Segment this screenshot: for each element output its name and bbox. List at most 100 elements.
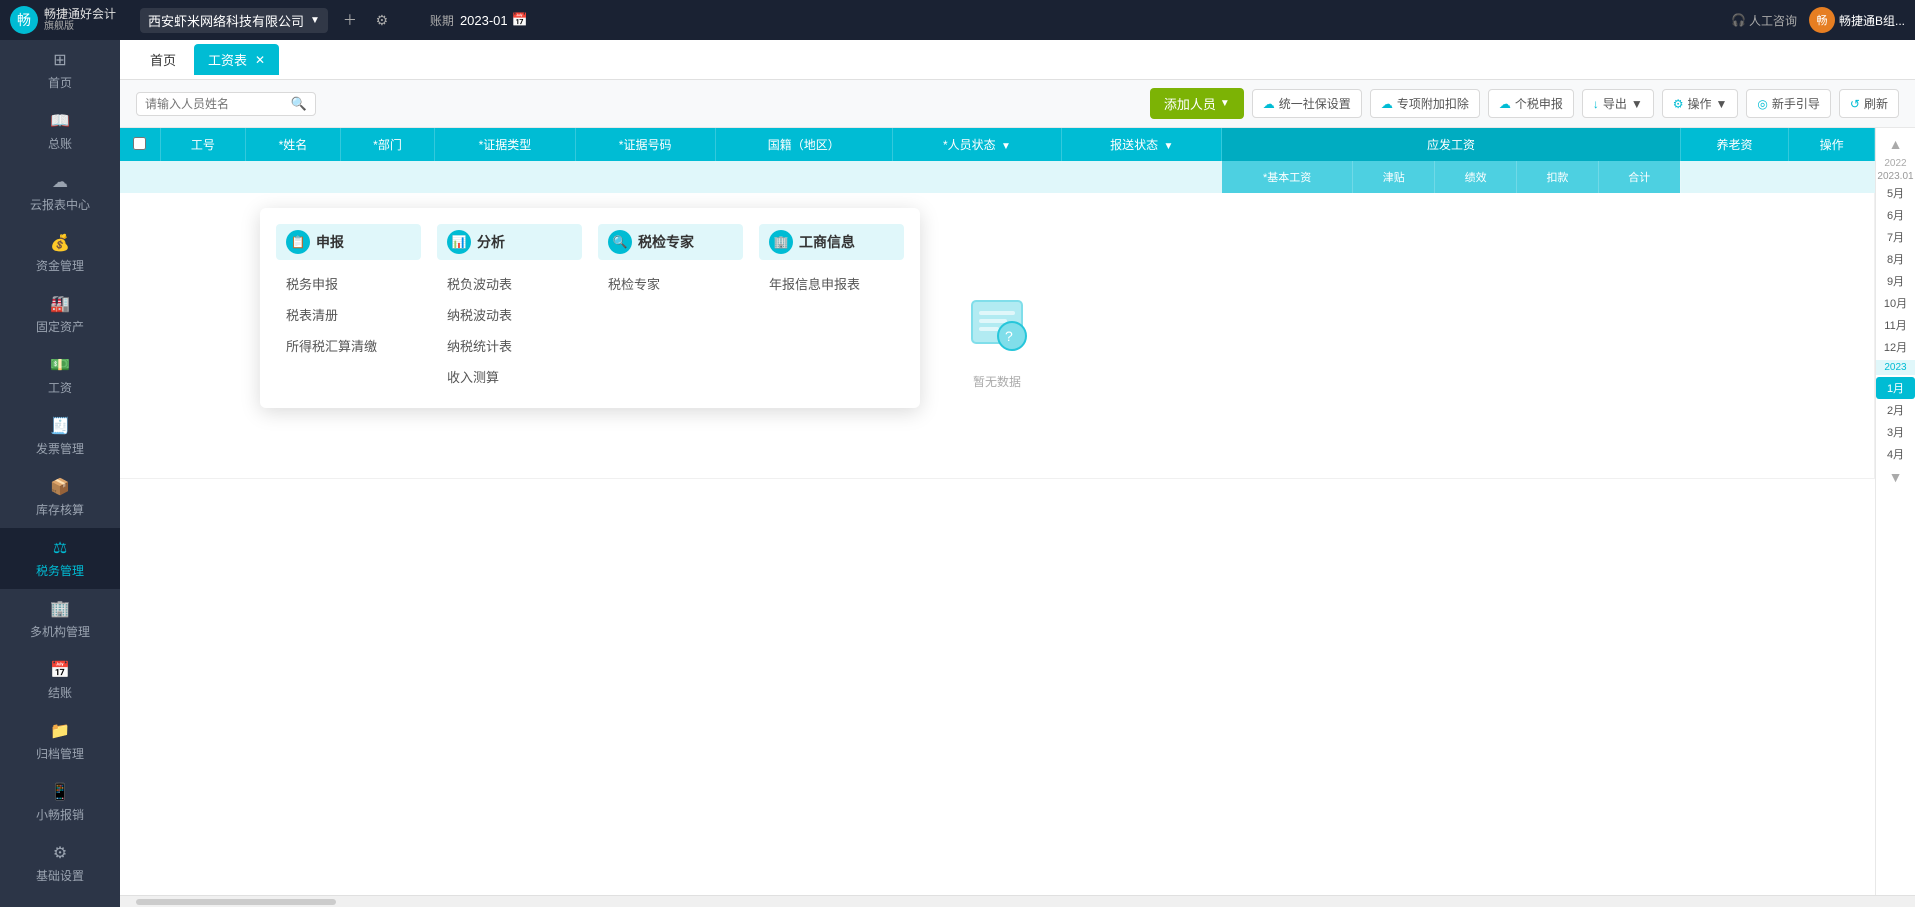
business-info-icon: 🏢 xyxy=(769,230,793,254)
sidebar-item-home[interactable]: ⊞ 首页 xyxy=(0,40,120,101)
timeline-up-arrow[interactable]: ▲ xyxy=(1885,132,1907,156)
sidebar-label-salary: 工资 xyxy=(48,379,72,396)
sidebar-item-archive[interactable]: 📁 归档管理 xyxy=(0,711,120,772)
sidebar-item-basic[interactable]: ⚙ 基础设置 xyxy=(0,833,120,894)
refresh-label: 刷新 xyxy=(1864,95,1888,112)
social-security-button[interactable]: ☁ 统一社保设置 xyxy=(1252,89,1362,118)
menu-section-title-business: 🏢 工商信息 xyxy=(759,224,904,260)
menu-item-income-estimate[interactable]: 收入测算 xyxy=(437,361,582,392)
th-allowance: 津贴 xyxy=(1353,161,1435,193)
sidebar-item-fixed-asset[interactable]: 🏭 固定资产 xyxy=(0,284,120,345)
timeline-month-5[interactable]: 5月 xyxy=(1876,182,1915,204)
sidebar-item-fund[interactable]: 💰 资金管理 xyxy=(0,223,120,284)
sidebar-item-salary[interactable]: 💵 工资 xyxy=(0,345,120,406)
timeline-month-11[interactable]: 11月 xyxy=(1876,314,1915,336)
menu-item-tax-fluctuation[interactable]: 纳税波动表 xyxy=(437,299,582,330)
timeline-month-12[interactable]: 12月 xyxy=(1876,336,1915,358)
timeline-month-3[interactable]: 3月 xyxy=(1876,421,1915,443)
sidebar-item-tax[interactable]: ⚖ 税务管理 xyxy=(0,528,120,589)
year-curr-label: 2023 xyxy=(1876,360,1915,375)
tax-return-button[interactable]: ☁ 个税申报 xyxy=(1488,89,1574,118)
tab-close-icon[interactable]: ✕ xyxy=(255,53,265,67)
calendar-icon[interactable]: 📅 xyxy=(512,12,528,28)
sidebar-item-new-guide[interactable]: ⊕ 新手引导 xyxy=(0,894,120,907)
cloud-icon: ☁ xyxy=(52,172,68,192)
timeline-month-7[interactable]: 7月 xyxy=(1876,226,1915,248)
menu-item-tax-burden[interactable]: 税负波动表 xyxy=(437,268,582,299)
user-badge[interactable]: 畅 畅捷通B组... xyxy=(1809,7,1905,33)
special-deduction-icon: ☁ xyxy=(1381,97,1393,111)
timeline-month-1[interactable]: 1月 xyxy=(1876,377,1915,399)
menu-item-annual-report[interactable]: 年报信息申报表 xyxy=(759,268,904,299)
menu-section-declaration: 📋 申报 税务申报 税表清册 所得税汇算清缴 xyxy=(276,224,421,392)
salary-icon: 💵 xyxy=(50,355,70,375)
add-company-icon[interactable]: ＋ xyxy=(338,8,362,32)
th-insurance: 养老资 xyxy=(1680,128,1789,161)
toolbar: 🔍 添加人员 ▼ ☁ 统一社保设置 ☁ 专项附加扣除 ☁ 个税申报 ↓ 导出 xyxy=(120,80,1915,128)
menu-item-tax-table[interactable]: 税表清册 xyxy=(276,299,421,330)
sidebar-item-cloud-report[interactable]: ☁ 云报表中心 xyxy=(0,162,120,223)
sidebar-item-inventory[interactable]: 📦 库存核算 xyxy=(0,467,120,528)
th-total: 合计 xyxy=(1598,161,1680,193)
invoice-icon: 🧾 xyxy=(50,416,70,436)
sidebar-label-basic: 基础设置 xyxy=(36,867,84,884)
special-deduction-label: 专项附加扣除 xyxy=(1397,95,1469,112)
th-id-type: *证据类型 xyxy=(435,128,575,161)
export-button[interactable]: ↓ 导出 ▼ xyxy=(1582,89,1654,118)
horizontal-scrollbar[interactable] xyxy=(136,899,336,905)
menu-item-income-tax[interactable]: 所得税汇算清缴 xyxy=(276,330,421,361)
timeline-month-8[interactable]: 8月 xyxy=(1876,248,1915,270)
scrollbar-area xyxy=(120,895,1915,907)
select-all-checkbox[interactable] xyxy=(133,137,146,150)
xiao-report-icon: 📱 xyxy=(50,782,70,802)
sidebar-label-multi-org: 多机构管理 xyxy=(30,623,90,640)
sidebar-label-fixed-asset: 固定资产 xyxy=(36,318,84,335)
add-arrow-icon: ▼ xyxy=(1220,98,1230,109)
multi-org-icon: 🏢 xyxy=(50,599,70,619)
year-prev-label: 2022 xyxy=(1882,156,1908,171)
timeline-month-10[interactable]: 10月 xyxy=(1876,292,1915,314)
report-filter-icon[interactable]: ▼ xyxy=(1163,141,1173,152)
chevron-down-icon: ▼ xyxy=(310,15,320,26)
timeline-month-2[interactable]: 2月 xyxy=(1876,399,1915,421)
th-deduction: 扣款 xyxy=(1517,161,1599,193)
menu-section-title-tax-expert: 🔍 税检专家 xyxy=(598,224,743,260)
settings-icon[interactable]: ⚙ xyxy=(370,8,394,32)
sidebar-item-close-period[interactable]: 📅 结账 xyxy=(0,650,120,711)
special-deduction-button[interactable]: ☁ 专项附加扣除 xyxy=(1370,89,1480,118)
checkbox-th[interactable] xyxy=(120,128,160,161)
sidebar-item-ledger[interactable]: 📖 总账 xyxy=(0,101,120,162)
menu-item-tax-expert[interactable]: 税检专家 xyxy=(598,268,743,299)
fixed-asset-icon: 🏭 xyxy=(50,294,70,314)
th-status: *人员状态 ▼ xyxy=(892,128,1061,161)
th-report-status: 报送状态 ▼ xyxy=(1062,128,1222,161)
refresh-button[interactable]: ↺ 刷新 xyxy=(1839,89,1899,118)
sidebar-item-invoice[interactable]: 🧾 发票管理 xyxy=(0,406,120,467)
user-name: 畅捷通B组... xyxy=(1839,12,1905,29)
menu-item-tax-declaration[interactable]: 税务申报 xyxy=(276,268,421,299)
sidebar-item-multi-org[interactable]: 🏢 多机构管理 xyxy=(0,589,120,650)
timeline-month-6[interactable]: 6月 xyxy=(1876,204,1915,226)
operation-button[interactable]: ⚙ 操作 ▼ xyxy=(1662,89,1739,118)
guide-button[interactable]: ◎ 新手引导 xyxy=(1746,89,1831,118)
tabs-bar: 首页 工资表 ✕ xyxy=(120,40,1915,80)
guide-icon: ◎ xyxy=(1757,97,1767,111)
tab-home[interactable]: 首页 xyxy=(136,44,190,75)
operation-arrow-icon: ▼ xyxy=(1716,97,1728,111)
support-button[interactable]: 🎧 人工咨询 xyxy=(1731,12,1797,29)
timeline-month-9[interactable]: 9月 xyxy=(1876,270,1915,292)
th-employee-no: 工号 xyxy=(160,128,246,161)
company-selector[interactable]: 西安虾米网络科技有限公司 ▼ xyxy=(140,8,328,33)
th-action: 操作 xyxy=(1789,128,1875,161)
status-filter-icon[interactable]: ▼ xyxy=(1001,141,1011,152)
timeline-down-arrow[interactable]: ▼ xyxy=(1885,465,1907,489)
sidebar-label-fund: 资金管理 xyxy=(36,257,84,274)
timeline-month-4[interactable]: 4月 xyxy=(1876,443,1915,465)
search-input[interactable] xyxy=(145,97,291,111)
ledger-icon: 📖 xyxy=(50,111,70,131)
sidebar-label-invoice: 发票管理 xyxy=(36,440,84,457)
add-employee-button[interactable]: 添加人员 ▼ xyxy=(1150,88,1244,119)
menu-item-tax-statistics[interactable]: 纳税统计表 xyxy=(437,330,582,361)
tab-salary[interactable]: 工资表 ✕ xyxy=(194,44,279,75)
sidebar-item-xiao-report[interactable]: 📱 小畅报销 xyxy=(0,772,120,833)
